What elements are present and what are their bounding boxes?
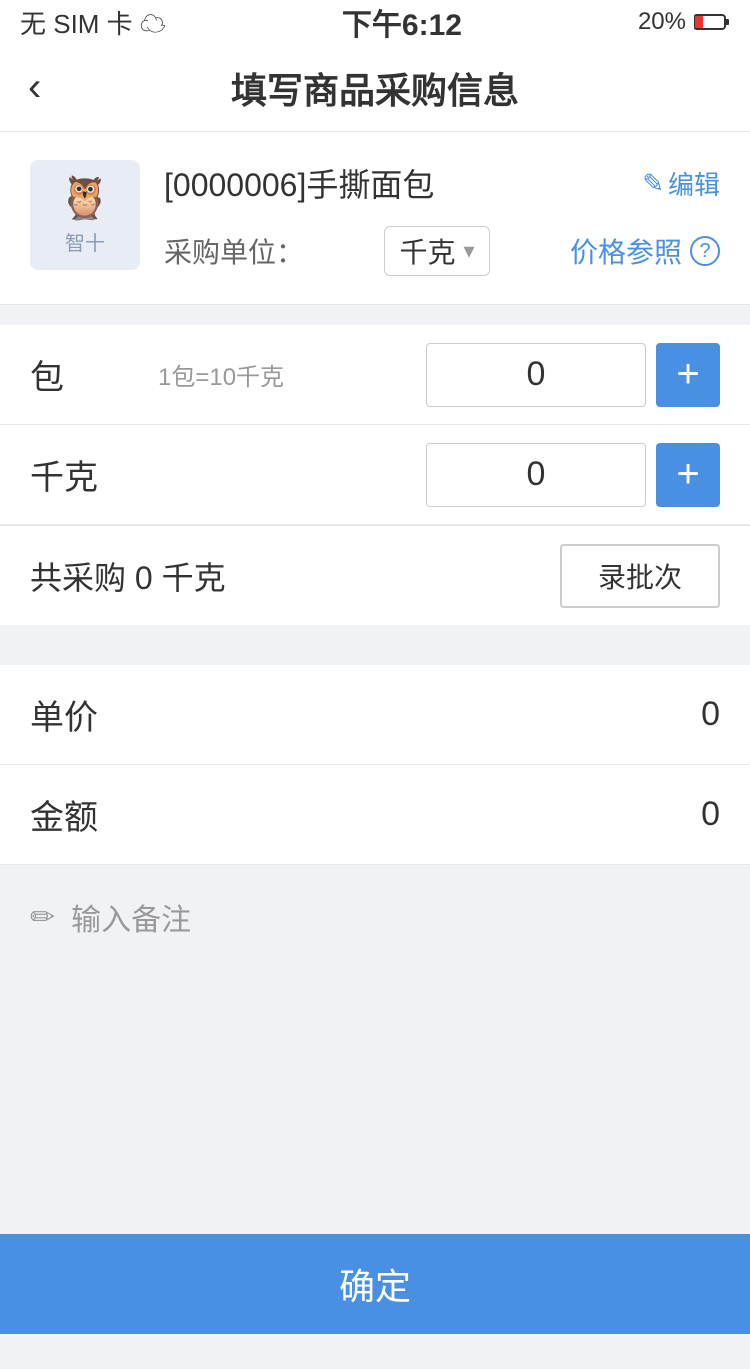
amount-label: 金额 bbox=[30, 790, 98, 839]
bao-input-wrap: + bbox=[426, 343, 720, 407]
unit-row: 采购单位： 千克 ▾ 价格参照 ? bbox=[164, 226, 720, 276]
chevron-down-icon: ▾ bbox=[463, 238, 474, 264]
help-icon: ? bbox=[690, 236, 720, 266]
product-name: [0000006]手撕面包 bbox=[164, 160, 434, 206]
page-title: 填写商品采购信息 bbox=[231, 62, 519, 114]
input-section: 包 1包=10千克 + 千克 + bbox=[0, 325, 750, 525]
amount-row: 金额 0 bbox=[0, 765, 750, 865]
section-divider-1 bbox=[0, 305, 750, 325]
plus-icon: + bbox=[676, 452, 699, 497]
status-bar: 无 SIM 卡 ☁ 下午6:12 20% bbox=[0, 0, 750, 44]
section-divider-2 bbox=[0, 625, 750, 645]
status-left: 无 SIM 卡 ☁ bbox=[20, 4, 166, 41]
pencil-icon: ✏ bbox=[30, 900, 55, 935]
product-card: 🦉 智十 [0000006]手撕面包 ✎ 编辑 采购单位： 千克 ▾ 价格参照 … bbox=[0, 132, 750, 305]
brand-label: 智十 bbox=[65, 227, 105, 256]
summary-row: 共采购 0 千克 录批次 bbox=[0, 525, 750, 625]
remark-section[interactable]: ✏ 输入备注 bbox=[0, 865, 750, 969]
kg-input-wrap: + bbox=[426, 443, 720, 507]
kg-label: 千克 bbox=[30, 450, 150, 499]
kg-plus-button[interactable]: + bbox=[656, 443, 720, 507]
price-section: 单价 0 金额 0 bbox=[0, 665, 750, 865]
sim-label: 无 SIM 卡 ☁ bbox=[20, 4, 166, 41]
amount-value: 0 bbox=[701, 795, 720, 834]
bao-sublabel: 1包=10千克 bbox=[158, 357, 284, 392]
status-time: 下午6:12 bbox=[342, 0, 462, 44]
confirm-button[interactable]: 确定 bbox=[0, 1234, 750, 1334]
plus-icon: + bbox=[676, 352, 699, 397]
kg-input-row: 千克 + bbox=[0, 425, 750, 525]
bao-number-input[interactable] bbox=[426, 343, 646, 407]
nav-bar: ‹ 填写商品采购信息 bbox=[0, 44, 750, 132]
unit-select[interactable]: 千克 ▾ bbox=[384, 226, 489, 276]
unit-price-value: 0 bbox=[701, 695, 720, 734]
back-button[interactable]: ‹ bbox=[28, 65, 41, 110]
unit-price-row: 单价 0 bbox=[0, 665, 750, 765]
bao-plus-button[interactable]: + bbox=[656, 343, 720, 407]
price-ref-button[interactable]: 价格参照 ? bbox=[570, 231, 720, 271]
edit-button[interactable]: ✎ 编辑 bbox=[642, 165, 720, 202]
batch-button[interactable]: 录批次 bbox=[560, 544, 720, 608]
confirm-label: 确定 bbox=[339, 1258, 411, 1310]
product-image: 🦉 智十 bbox=[30, 160, 140, 270]
battery-level: 20% bbox=[638, 8, 686, 36]
unit-price-label: 单价 bbox=[30, 690, 98, 739]
bao-input-row: 包 1包=10千克 + bbox=[0, 325, 750, 425]
edit-icon: ✎ bbox=[642, 168, 664, 199]
unit-label-text: 采购单位： bbox=[164, 231, 304, 271]
product-name-row: [0000006]手撕面包 ✎ 编辑 bbox=[164, 160, 720, 206]
remark-placeholder: 输入备注 bbox=[71, 895, 191, 939]
owl-icon: 🦉 bbox=[59, 174, 111, 223]
battery-icon bbox=[694, 13, 730, 31]
product-info: [0000006]手撕面包 ✎ 编辑 采购单位： 千克 ▾ 价格参照 ? bbox=[164, 160, 720, 276]
summary-text: 共采购 0 千克 bbox=[30, 553, 226, 599]
status-right: 20% bbox=[638, 8, 730, 36]
bao-label: 包 bbox=[30, 350, 150, 399]
kg-number-input[interactable] bbox=[426, 443, 646, 507]
